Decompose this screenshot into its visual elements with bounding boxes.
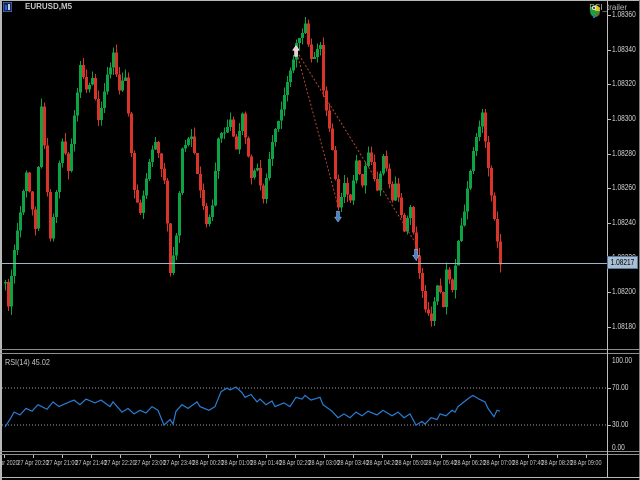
- bid-price-box: 1.08217: [607, 256, 638, 269]
- price-axis-label: 1.08180: [612, 322, 636, 331]
- price-axis-label: 1.08200: [612, 287, 636, 296]
- time-axis-label: 28 Apr 01:00: [221, 460, 253, 467]
- bid-price-value: 1.08217: [610, 258, 635, 267]
- time-axis-label: 27 Apr 20:20: [17, 460, 49, 467]
- indicator-axis-label: 30.00: [612, 420, 629, 429]
- price-axis-label: 1.08260: [612, 183, 636, 192]
- time-axis-label: 28 Apr 05:00: [395, 460, 427, 467]
- time-axis-label: 28 Apr 03:40: [337, 460, 369, 467]
- price-axis-label: 1.08340: [612, 45, 636, 54]
- price-axis-label: 1.08280: [612, 149, 636, 158]
- time-axis-label: 27 Apr 21:40: [75, 460, 107, 467]
- time-axis-label: 27 Apr 22:20: [104, 460, 136, 467]
- main-chart-pane[interactable]: [0, 0, 606, 349]
- time-axis-label: 28 Apr 07:40: [512, 460, 544, 467]
- rsi-indicator-pane[interactable]: [0, 355, 606, 450]
- time-axis-label: 27 Apr 23:40: [163, 460, 195, 467]
- time-axis-label: 28 Apr 00:20: [192, 460, 224, 467]
- indicator-axis-label: 0.00: [612, 443, 625, 452]
- chart-window-icon-2: [3, 2, 23, 12]
- price-axis-label: 1.08360: [612, 10, 636, 19]
- time-axis-label: 28 Apr 05:40: [425, 460, 457, 467]
- time-axis-label: 28 Apr 02:20: [279, 460, 311, 467]
- time-axis-label: 28 Apr 06:20: [454, 460, 486, 467]
- time-axis-label: 28 Apr 01:40: [250, 460, 282, 467]
- price-axis-label: 1.08300: [612, 114, 636, 123]
- time-axis-label: 28 Apr 09:00: [570, 460, 602, 467]
- chart-title-bar: EURUSD,M5: [3, 2, 72, 12]
- price-axis-label: 1.08320: [612, 79, 636, 88]
- time-axis-label: 27 Apr 21:00: [46, 460, 78, 467]
- time-axis-label: 27 Apr 23:00: [134, 460, 166, 467]
- time-axis-label: 28 Apr 08:20: [541, 460, 573, 467]
- symbol-timeframe-label: EURUSD,M5: [25, 2, 73, 11]
- mt4-chart-window: EURUSD,M5 RSI_trailer RSI(14) 45.02 1.08…: [0, 0, 640, 480]
- time-axis-label: 28 Apr 04:20: [366, 460, 398, 467]
- time-axis-label: 28 Apr 03:00: [308, 460, 340, 467]
- indicator-axis-label: 70.00: [612, 383, 629, 392]
- time-axis-label: 28 Apr 07:00: [483, 460, 515, 467]
- indicator-value-label: RSI(14) 45.02: [5, 358, 50, 367]
- indicator-axis-label: 100.00: [612, 356, 633, 365]
- price-axis-label: 1.08240: [612, 218, 636, 227]
